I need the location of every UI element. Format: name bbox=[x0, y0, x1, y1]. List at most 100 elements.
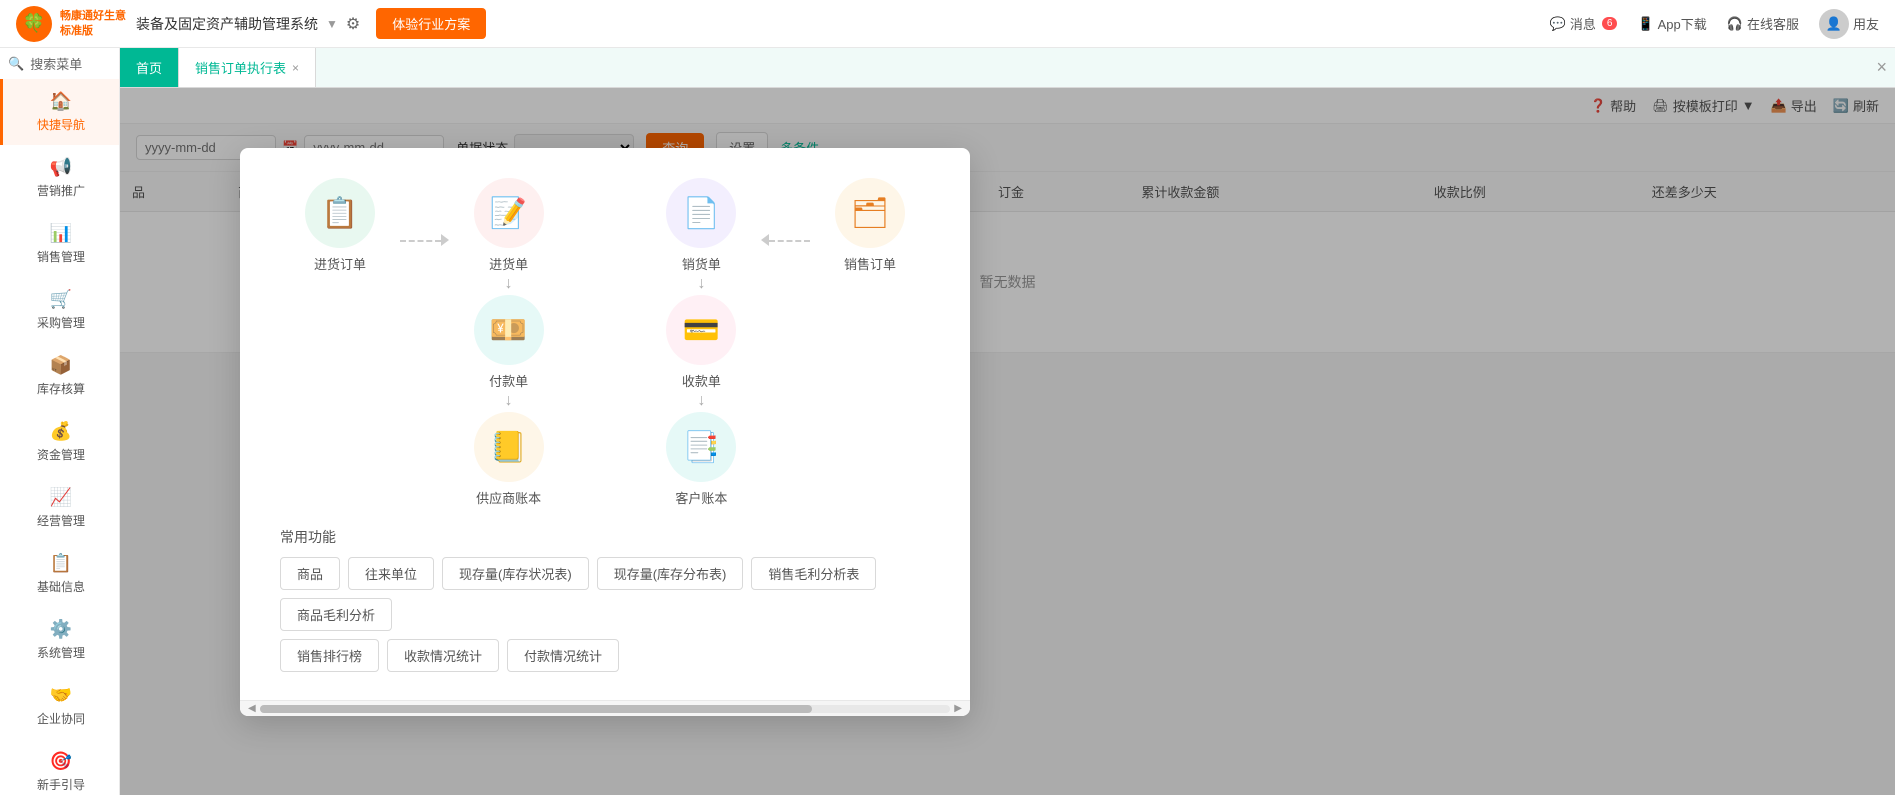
search-menu-button[interactable]: 🔍 搜索菜单 bbox=[0, 48, 119, 79]
online-service-button[interactable]: 🎧 在线客服 bbox=[1727, 14, 1799, 33]
message-badge: 6 bbox=[1602, 17, 1618, 30]
flow-row-1: 📋 进货订单 bbox=[280, 178, 930, 273]
payment-slip-label: 付款单 bbox=[489, 371, 528, 390]
tab-close-icon[interactable]: × bbox=[292, 61, 299, 75]
search-icon: 🔍 bbox=[8, 56, 24, 72]
marketing-icon: 📢 bbox=[50, 157, 72, 178]
dropdown-arrow-icon[interactable]: ▼ bbox=[326, 17, 338, 31]
purchase-slip-label: 进货单 bbox=[489, 254, 528, 273]
sales-order-label: 销售订单 bbox=[844, 254, 896, 273]
sidebar-item-quick-nav[interactable]: 🏠 快捷导航 bbox=[0, 79, 119, 145]
func-buttons-row1: 商品 往来单位 现存量(库存状况表) 现存量(库存分布表) 销售毛利分析表 商品… bbox=[280, 557, 930, 631]
tab-sales-order-exec[interactable]: 销售订单执行表 × bbox=[179, 48, 316, 87]
customer-ledger-circle: 📑 bbox=[666, 412, 736, 482]
tab-close-all-icon[interactable]: × bbox=[1876, 57, 1887, 78]
flow-node-supplier-ledger[interactable]: 📒 供应商账本 bbox=[449, 412, 569, 507]
func-btn-stock-dist[interactable]: 现存量(库存分布表) bbox=[597, 557, 744, 590]
purchase-order-circle: 📋 bbox=[305, 178, 375, 248]
flow-node-receipt-slip[interactable]: 💳 收款单 bbox=[641, 295, 761, 390]
experience-button[interactable]: 体验行业方案 bbox=[376, 8, 486, 39]
home-icon: 🏠 bbox=[50, 91, 72, 112]
sidebar: 🔍 搜索菜单 🏠 快捷导航 📢 营销推广 📊 销售管理 🛒 采购管理 📦 bbox=[0, 48, 120, 795]
logo-area: 🍀 畅康通好生意 标准版 bbox=[16, 6, 136, 42]
system-icon: ⚙️ bbox=[50, 619, 72, 640]
flow-node-sales-slip[interactable]: 📄 销货单 bbox=[641, 178, 761, 273]
business-icon: 📈 bbox=[50, 487, 72, 508]
enterprise-icon: 🤝 bbox=[50, 685, 72, 706]
flow-arrows-down-2: ↓ ↓ bbox=[280, 390, 930, 412]
func-btn-product[interactable]: 商品 bbox=[280, 557, 340, 590]
arrow-right-1 bbox=[400, 206, 449, 246]
flow-popup: 📋 进货订单 bbox=[240, 148, 970, 716]
receipt-slip-label: 收款单 bbox=[682, 371, 721, 390]
flow-arrows-down: ↓ ↓ bbox=[280, 273, 930, 295]
avatar: 👤 bbox=[1819, 9, 1849, 39]
sidebar-item-sales[interactable]: 📊 销售管理 bbox=[0, 211, 119, 277]
sidebar-item-marketing[interactable]: 📢 营销推广 bbox=[0, 145, 119, 211]
content-area: 首页 销售订单执行表 × × ❓ 帮助 bbox=[120, 48, 1895, 795]
sidebar-item-business[interactable]: 📈 经营管理 bbox=[0, 475, 119, 541]
func-btn-receipt-stats[interactable]: 收款情况统计 bbox=[387, 639, 499, 672]
sidebar-item-purchase[interactable]: 🛒 采购管理 bbox=[0, 277, 119, 343]
flow-node-sales-order[interactable]: 🗂 销售订单 bbox=[810, 178, 930, 273]
sales-slip-label: 销货单 bbox=[682, 254, 721, 273]
sales-icon: 📊 bbox=[50, 223, 72, 244]
func-btn-sales-margin[interactable]: 销售毛利分析表 bbox=[751, 557, 876, 590]
top-right-actions: 💬 消息 6 📱 App下载 🎧 在线客服 👤 用友 bbox=[1550, 9, 1879, 39]
logo-text: 畅康通好生意 标准版 bbox=[60, 9, 126, 38]
tab-home[interactable]: 首页 bbox=[120, 48, 179, 87]
inventory-icon: 📦 bbox=[50, 355, 72, 376]
popup-scrollbar[interactable]: ◀ ▶ bbox=[240, 700, 970, 716]
scrollbar-thumb bbox=[260, 705, 812, 713]
content-inner: ❓ 帮助 🖨 按模板打印 ▼ 📤 导出 🔄 bbox=[120, 88, 1895, 795]
supplier-ledger-circle: 📒 bbox=[474, 412, 544, 482]
sidebar-item-system[interactable]: ⚙️ 系统管理 bbox=[0, 607, 119, 673]
scroll-right-icon[interactable]: ▶ bbox=[950, 703, 966, 714]
sidebar-item-newbie[interactable]: 🎯 新手引导 bbox=[0, 739, 119, 795]
sidebar-item-inventory[interactable]: 📦 库存核算 bbox=[0, 343, 119, 409]
func-btn-product-margin[interactable]: 商品毛利分析 bbox=[280, 598, 392, 631]
purchase-order-label: 进货订单 bbox=[314, 254, 366, 273]
flow-node-purchase-slip[interactable]: 📝 进货单 bbox=[449, 178, 569, 273]
scrollbar-track[interactable] bbox=[260, 705, 951, 713]
scroll-left-icon[interactable]: ◀ bbox=[244, 703, 260, 714]
message-button[interactable]: 💬 消息 6 bbox=[1550, 14, 1618, 33]
purchase-slip-circle: 📝 bbox=[474, 178, 544, 248]
app-icon: 📱 bbox=[1637, 16, 1653, 32]
settings-icon[interactable]: ⚙ bbox=[346, 14, 360, 34]
func-buttons-row2: 销售排行榜 收款情况统计 付款情况统计 bbox=[280, 639, 930, 672]
func-btn-partner[interactable]: 往来单位 bbox=[348, 557, 434, 590]
customer-ledger-label: 客户账本 bbox=[675, 488, 727, 507]
sidebar-item-enterprise[interactable]: 🤝 企业协同 bbox=[0, 673, 119, 739]
payment-slip-circle: 💴 bbox=[474, 295, 544, 365]
main-area: 🔍 搜索菜单 🏠 快捷导航 📢 营销推广 📊 销售管理 🛒 采购管理 📦 bbox=[0, 48, 1895, 795]
logo-icon: 🍀 bbox=[16, 6, 52, 42]
flow-node-purchase-order[interactable]: 📋 进货订单 bbox=[280, 178, 400, 273]
common-functions: 常用功能 商品 往来单位 现存量(库存状况表) 现存量(库存分布表) 销售毛利分… bbox=[280, 527, 930, 672]
flow-row-2: 💴 付款单 💳 收款单 bbox=[280, 295, 930, 390]
func-btn-stock-status[interactable]: 现存量(库存状况表) bbox=[442, 557, 589, 590]
message-icon: 💬 bbox=[1550, 16, 1566, 32]
flow-row-3: 📒 供应商账本 📑 客户账本 bbox=[280, 412, 930, 507]
user-menu-button[interactable]: 👤 用友 bbox=[1819, 9, 1879, 39]
service-icon: 🎧 bbox=[1727, 16, 1743, 32]
receipt-slip-circle: 💳 bbox=[666, 295, 736, 365]
flow-node-payment-slip[interactable]: 💴 付款单 bbox=[449, 295, 569, 390]
sales-order-circle: 🗂 bbox=[835, 178, 905, 248]
app-download-button[interactable]: 📱 App下载 bbox=[1637, 14, 1706, 33]
func-btn-sales-rank[interactable]: 销售排行榜 bbox=[280, 639, 379, 672]
sidebar-item-basic-info[interactable]: 📋 基础信息 bbox=[0, 541, 119, 607]
sidebar-item-finance[interactable]: 💰 资金管理 bbox=[0, 409, 119, 475]
sales-slip-circle: 📄 bbox=[666, 178, 736, 248]
newbie-icon: 🎯 bbox=[50, 751, 72, 772]
basic-info-icon: 📋 bbox=[50, 553, 72, 574]
system-title: 装备及固定资产辅助管理系统 ▼ bbox=[136, 14, 338, 34]
func-btn-payment-stats[interactable]: 付款情况统计 bbox=[507, 639, 619, 672]
flow-node-customer-ledger[interactable]: 📑 客户账本 bbox=[641, 412, 761, 507]
finance-icon: 💰 bbox=[50, 421, 72, 442]
common-functions-title: 常用功能 bbox=[280, 527, 930, 547]
purchase-icon: 🛒 bbox=[50, 289, 72, 310]
supplier-ledger-label: 供应商账本 bbox=[476, 488, 541, 507]
tab-bar: 首页 销售订单执行表 × × bbox=[120, 48, 1895, 88]
top-bar: 🍀 畅康通好生意 标准版 装备及固定资产辅助管理系统 ▼ ⚙ 体验行业方案 💬 … bbox=[0, 0, 1895, 48]
